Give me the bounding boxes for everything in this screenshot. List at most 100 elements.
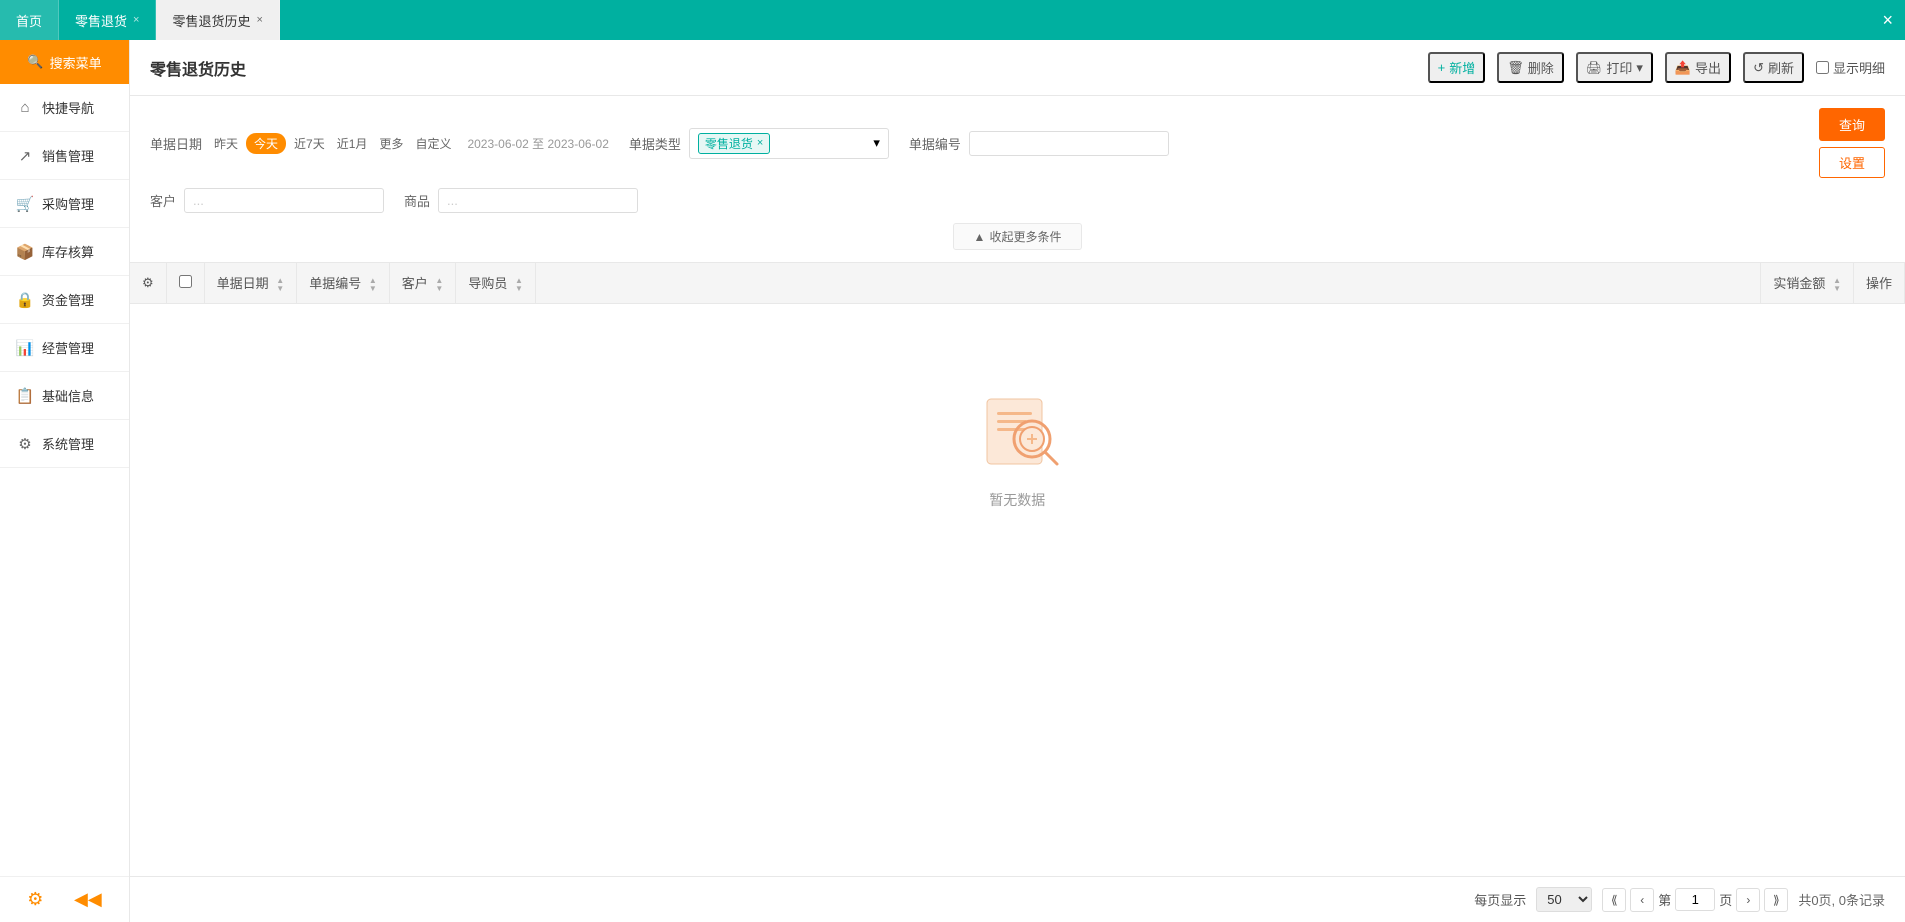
customer-filter-input[interactable] xyxy=(184,188,384,213)
export-icon: 📤 xyxy=(1675,60,1691,76)
basic-info-icon: 📋 xyxy=(16,387,34,405)
purchase-icon: 🛒 xyxy=(16,195,34,213)
page-size-select[interactable]: 10 20 50 100 xyxy=(1536,887,1592,912)
type-filter-tag: 零售退货 × xyxy=(698,133,770,154)
main-layout: 🔍 搜索菜单 ⌂ 快捷导航 ↗ 销售管理 🛒 采购管理 📦 库存核算 🔒 资金管… xyxy=(0,40,1905,922)
delete-icon: 🗑 xyxy=(1507,60,1524,76)
sort-down-icon xyxy=(369,285,377,293)
type-tag-close[interactable]: × xyxy=(757,137,763,149)
th-amount-sort[interactable] xyxy=(1833,277,1841,293)
type-tag-value: 零售退货 xyxy=(705,135,753,152)
tab-retail-return[interactable]: 零售退货 × xyxy=(59,0,156,40)
display-toggle-label: 显示明细 xyxy=(1833,58,1885,77)
customer-filter-label: 客户 xyxy=(150,191,176,210)
set-button[interactable]: 设置 xyxy=(1819,147,1885,178)
empty-illustration xyxy=(967,384,1067,474)
next-page-btn[interactable]: › xyxy=(1736,888,1760,912)
sort-down-icon xyxy=(515,285,523,293)
sidebar-bottom: ⚙ ◀◀ xyxy=(0,876,129,922)
date-option-1month[interactable]: 近1月 xyxy=(333,133,372,154)
print-button[interactable]: 🖨 打印 xyxy=(1576,52,1653,83)
empty-text: 暂无数据 xyxy=(989,490,1045,510)
query-button[interactable]: 查询 xyxy=(1819,108,1885,141)
goods-filter-group: 商品 xyxy=(404,188,638,213)
date-option-today[interactable]: 今天 xyxy=(246,133,286,154)
system-icon: ⚙ xyxy=(16,435,34,453)
sidebar-item-system[interactable]: ⚙ 系统管理 xyxy=(0,420,129,468)
th-number-label: 单据编号 xyxy=(309,276,361,291)
sidebar-item-operation[interactable]: 📊 经营管理 xyxy=(0,324,129,372)
new-button[interactable]: + 新增 xyxy=(1428,52,1486,83)
sidebar-item-purchase[interactable]: 🛒 采购管理 xyxy=(0,180,129,228)
page-size-label: 每页显示 xyxy=(1474,890,1526,909)
sidebar-item-finance[interactable]: 🔒 资金管理 xyxy=(0,276,129,324)
empty-icon xyxy=(967,384,1067,474)
type-filter-select[interactable]: 零售退货 × xyxy=(689,128,889,159)
th-guide: 导购员 xyxy=(456,263,536,303)
last-page-btn[interactable]: ⟫ xyxy=(1764,888,1788,912)
sidebar: 🔍 搜索菜单 ⌂ 快捷导航 ↗ 销售管理 🛒 采购管理 📦 库存核算 🔒 资金管… xyxy=(0,40,130,922)
th-date-sort[interactable] xyxy=(276,277,284,293)
date-range: 2023-06-02 至 2023-06-02 xyxy=(467,135,608,152)
tab-retail-return-history[interactable]: 零售退货历史 × xyxy=(156,0,279,40)
search-icon: 🔍 xyxy=(27,54,43,70)
export-button[interactable]: 📤 导出 xyxy=(1665,52,1731,83)
date-option-yesterday[interactable]: 昨天 xyxy=(210,133,242,154)
th-number-sort[interactable] xyxy=(369,277,377,293)
filter-area: 单据日期 昨天 今天 近7天 近1月 更多 自定义 2023-06-02 至 2… xyxy=(130,96,1905,263)
th-guide-label: 导购员 xyxy=(468,276,507,291)
select-all-checkbox[interactable] xyxy=(179,275,192,288)
sidebar-item-purchase-label: 采购管理 xyxy=(42,194,94,213)
date-option-7days[interactable]: 近7天 xyxy=(290,133,329,154)
sidebar-item-sales[interactable]: ↗ 销售管理 xyxy=(0,132,129,180)
collapse-row: ▲ 收起更多条件 xyxy=(150,223,1885,250)
display-toggle[interactable]: 显示明细 xyxy=(1816,58,1885,77)
th-number: 单据编号 xyxy=(297,263,390,303)
inventory-icon: 📦 xyxy=(16,243,34,261)
page-prefix: 第 xyxy=(1658,890,1671,909)
goods-filter-input[interactable] xyxy=(438,188,638,213)
sidebar-search[interactable]: 🔍 搜索菜单 xyxy=(0,40,129,84)
th-amount-label: 实销金额 xyxy=(1773,276,1825,291)
collapse-button[interactable]: ▲ 收起更多条件 xyxy=(953,223,1083,250)
tab-retail-return-history-close[interactable]: × xyxy=(256,14,262,26)
collapse-up-icon: ▲ xyxy=(974,230,986,244)
new-label: 新增 xyxy=(1449,58,1475,77)
tab-retail-return-close[interactable]: × xyxy=(133,14,139,26)
empty-state: 暂无数据 xyxy=(130,304,1905,590)
th-customer-sort[interactable] xyxy=(435,277,443,293)
audio-bottom-icon[interactable]: ◀◀ xyxy=(74,889,102,910)
sidebar-item-system-label: 系统管理 xyxy=(42,434,94,453)
window-close-btn[interactable]: × xyxy=(1882,11,1893,29)
first-page-btn[interactable]: ⟪ xyxy=(1602,888,1626,912)
number-filter-input[interactable] xyxy=(969,131,1169,156)
date-option-more[interactable]: 更多 xyxy=(375,133,407,154)
date-filter-group: 单据日期 昨天 今天 近7天 近1月 更多 自定义 2023-06-02 至 2… xyxy=(150,133,609,154)
tab-home[interactable]: 首页 xyxy=(0,0,59,40)
table-header: ⚙ 单据日期 单据编号 xyxy=(130,263,1905,303)
sidebar-item-sales-label: 销售管理 xyxy=(42,146,94,165)
th-settings[interactable]: ⚙ xyxy=(130,263,166,303)
sidebar-item-inventory[interactable]: 📦 库存核算 xyxy=(0,228,129,276)
table-body: 暂无数据 xyxy=(130,303,1905,590)
th-guide-sort[interactable] xyxy=(515,277,523,293)
refresh-button[interactable]: ↺ 刷新 xyxy=(1743,52,1804,83)
settings-icon[interactable]: ⚙ xyxy=(142,275,154,290)
print-chevron-icon xyxy=(1636,60,1643,76)
settings-bottom-icon[interactable]: ⚙ xyxy=(27,889,43,910)
display-toggle-checkbox[interactable] xyxy=(1816,61,1829,74)
sort-down-icon xyxy=(276,285,284,293)
th-action: 操作 xyxy=(1853,263,1904,303)
page-input[interactable] xyxy=(1675,888,1715,911)
refresh-icon: ↺ xyxy=(1753,60,1764,76)
sidebar-item-basic-info[interactable]: 📋 基础信息 xyxy=(0,372,129,420)
th-checkbox[interactable] xyxy=(166,263,204,303)
prev-page-btn[interactable]: ‹ xyxy=(1630,888,1654,912)
sidebar-item-finance-label: 资金管理 xyxy=(42,290,94,309)
print-label: 打印 xyxy=(1606,58,1632,77)
filter-row-1: 单据日期 昨天 今天 近7天 近1月 更多 自定义 2023-06-02 至 2… xyxy=(150,108,1885,178)
delete-button[interactable]: 🗑 删除 xyxy=(1497,52,1564,83)
refresh-label: 刷新 xyxy=(1768,58,1794,77)
sidebar-item-quick-nav[interactable]: ⌂ 快捷导航 xyxy=(0,84,129,132)
date-option-custom[interactable]: 自定义 xyxy=(411,133,455,154)
